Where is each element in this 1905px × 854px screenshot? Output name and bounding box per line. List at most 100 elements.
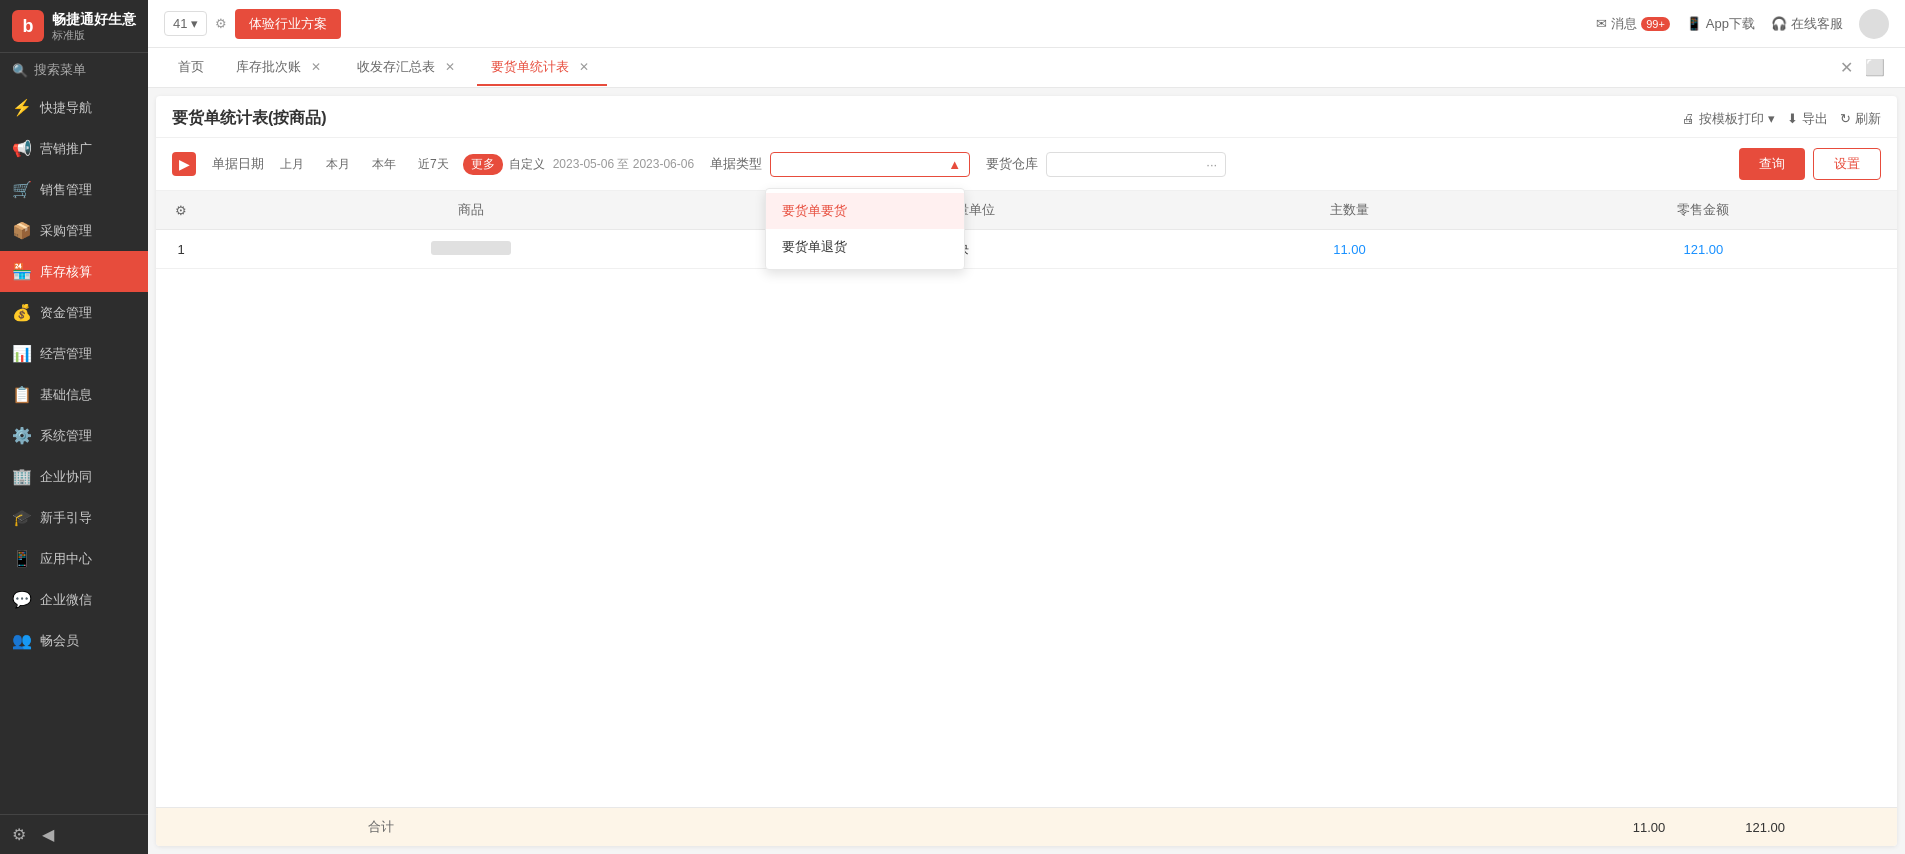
settings-icon[interactable]: ⚙ (215, 16, 227, 31)
sidebar-item-app-center[interactable]: 📱 应用中心 (0, 538, 148, 579)
sidebar-item-label: 企业微信 (40, 591, 92, 609)
curr-year-option[interactable]: 本年 (364, 153, 404, 176)
sidebar-item-operations[interactable]: 📊 经营管理 (0, 333, 148, 374)
message-icon: ✉ (1596, 16, 1607, 31)
sidebar-item-finance[interactable]: 💰 资金管理 (0, 292, 148, 333)
sidebar-item-label: 营销推广 (40, 140, 92, 158)
user-avatar[interactable] (1859, 9, 1889, 39)
table-area: ⚙ 商品 主计量单位 主数量 零售金额 1 块 (156, 191, 1897, 807)
sidebar-item-label: 企业协同 (40, 468, 92, 486)
type-dropdown-menu: 要货单要货 要货单退货 (765, 188, 965, 270)
refresh-icon: ↻ (1840, 111, 1851, 126)
expand-tabs-icon[interactable]: ⬜ (1861, 54, 1889, 81)
row-product (206, 230, 736, 269)
filter-bar: ▶ 单据日期 上月 本月 本年 近7天 更多 自定义 2023-05-06 至 … (156, 138, 1897, 191)
sidebar-item-purchase[interactable]: 📦 采购管理 (0, 210, 148, 251)
sidebar-item-label: 畅会员 (40, 632, 79, 650)
search-icon: 🔍 (12, 63, 28, 78)
sidebar: b 畅捷通好生意 标准版 🔍 搜索菜单 ⚡ 快捷导航 📢 营销推广 🛒 销售管理… (0, 0, 148, 854)
row-amount[interactable]: 121.00 (1510, 230, 1897, 269)
col-settings[interactable]: ⚙ (156, 191, 206, 230)
sidebar-item-basic[interactable]: 📋 基础信息 (0, 374, 148, 415)
tab-close-batch[interactable]: ✕ (307, 58, 325, 76)
sidebar-item-label: 应用中心 (40, 550, 92, 568)
app-download-button[interactable]: 📱 App下载 (1686, 15, 1755, 33)
type-filter-group: 单据类型 ▲ 要货单要货 要货单退货 (710, 152, 970, 177)
row-quantity[interactable]: 11.00 (1189, 230, 1510, 269)
sidebar-item-inventory[interactable]: 🏪 库存核算 (0, 251, 148, 292)
chevron-up-icon: ▲ (948, 157, 961, 172)
tab-receivable[interactable]: 收发存汇总表 ✕ (343, 50, 473, 86)
footer-label: 合计 (168, 818, 394, 836)
export-button[interactable]: ⬇ 导出 (1787, 110, 1828, 128)
footer-amount: 121.00 (1745, 820, 1785, 835)
sidebar-item-system[interactable]: ⚙️ 系统管理 (0, 415, 148, 456)
data-table: ⚙ 商品 主计量单位 主数量 零售金额 1 块 (156, 191, 1897, 269)
custom-date-option[interactable]: 自定义 (509, 156, 545, 173)
collapse-sidebar-icon[interactable]: ◀ (42, 825, 54, 844)
row-index: 1 (156, 230, 206, 269)
dropdown-chevron-icon: ▾ (191, 16, 198, 31)
sidebar-item-members[interactable]: 👥 畅会员 (0, 620, 148, 661)
sidebar-logo: b 畅捷通好生意 标准版 (0, 0, 148, 53)
sidebar-item-label: 新手引导 (40, 509, 92, 527)
enterprise-icon: 🏢 (12, 467, 32, 486)
date-filter-group: 单据日期 上月 本月 本年 近7天 更多 自定义 2023-05-06 至 20… (212, 153, 694, 176)
basic-icon: 📋 (12, 385, 32, 404)
refresh-button[interactable]: ↻ 刷新 (1840, 110, 1881, 128)
members-icon: 👥 (12, 631, 32, 650)
warehouse-select[interactable]: ··· (1046, 152, 1226, 177)
export-icon: ⬇ (1787, 111, 1798, 126)
topbar: 41 ▾ ⚙ 体验行业方案 ✉ 消息 99+ 📱 App下载 🎧 在线客服 (148, 0, 1905, 48)
type-select[interactable]: ▲ (770, 152, 970, 177)
app-center-icon: 📱 (12, 549, 32, 568)
print-template-button[interactable]: 🖨 按模板打印 ▾ (1682, 110, 1775, 128)
more-date-options[interactable]: 更多 (463, 154, 503, 175)
brand-name: 畅捷通好生意 (52, 10, 136, 28)
tab-close-receivable[interactable]: ✕ (441, 58, 459, 76)
tabs-bar: 首页 库存批次账 ✕ 收发存汇总表 ✕ 要货单统计表 ✕ ✕ ⬜ (148, 48, 1905, 88)
brand-sub: 标准版 (52, 28, 136, 42)
warehouse-filter-group: 要货仓库 ··· (986, 152, 1226, 177)
tab-home[interactable]: 首页 (164, 50, 218, 86)
tab-order-stats[interactable]: 要货单统计表 ✕ (477, 50, 607, 86)
store-selector[interactable]: 41 ▾ (164, 11, 207, 36)
table-footer: 合计 11.00 121.00 (156, 807, 1897, 846)
message-badge: 99+ (1641, 17, 1670, 31)
footer-quantity: 11.00 (1633, 820, 1666, 835)
dropdown-item-order-return[interactable]: 要货单退货 (766, 229, 964, 265)
sidebar-item-label: 系统管理 (40, 427, 92, 445)
wechat-icon: 💬 (12, 590, 32, 609)
tab-batch[interactable]: 库存批次账 ✕ (222, 50, 339, 86)
sidebar-item-enterprise[interactable]: 🏢 企业协同 (0, 456, 148, 497)
messages-button[interactable]: ✉ 消息 99+ (1596, 15, 1670, 33)
settings-button[interactable]: 设置 (1813, 148, 1881, 180)
sidebar-item-label: 经营管理 (40, 345, 92, 363)
online-service-button[interactable]: 🎧 在线客服 (1771, 15, 1843, 33)
prev-month-option[interactable]: 上月 (272, 153, 312, 176)
quick-nav-icon: ⚡ (12, 98, 32, 117)
sidebar-item-label: 资金管理 (40, 304, 92, 322)
trial-button[interactable]: 体验行业方案 (235, 9, 341, 39)
headset-icon: 🎧 (1771, 16, 1787, 31)
more-options-icon: ··· (1206, 157, 1217, 172)
col-amount: 零售金额 (1510, 191, 1897, 230)
dropdown-item-order-goods[interactable]: 要货单要货 (766, 193, 964, 229)
system-icon: ⚙️ (12, 426, 32, 445)
last-7-days-option[interactable]: 近7天 (410, 153, 457, 176)
settings-footer-icon[interactable]: ⚙ (12, 825, 26, 844)
search-menu[interactable]: 🔍 搜索菜单 (0, 53, 148, 87)
query-button[interactable]: 查询 (1739, 148, 1805, 180)
sidebar-item-quick-nav[interactable]: ⚡ 快捷导航 (0, 87, 148, 128)
filter-expand-button[interactable]: ▶ (172, 152, 196, 176)
sidebar-item-marketing[interactable]: 📢 营销推广 (0, 128, 148, 169)
store-name: 41 (173, 16, 187, 31)
tab-close-order-stats[interactable]: ✕ (575, 58, 593, 76)
sidebar-item-guide[interactable]: 🎓 新手引导 (0, 497, 148, 538)
page-header: 要货单统计表(按商品) 🖨 按模板打印 ▾ ⬇ 导出 ↻ 刷新 (156, 96, 1897, 138)
close-all-tabs-icon[interactable]: ✕ (1836, 54, 1857, 81)
sales-icon: 🛒 (12, 180, 32, 199)
curr-month-option[interactable]: 本月 (318, 153, 358, 176)
sidebar-item-sales[interactable]: 🛒 销售管理 (0, 169, 148, 210)
sidebar-item-wechat[interactable]: 💬 企业微信 (0, 579, 148, 620)
